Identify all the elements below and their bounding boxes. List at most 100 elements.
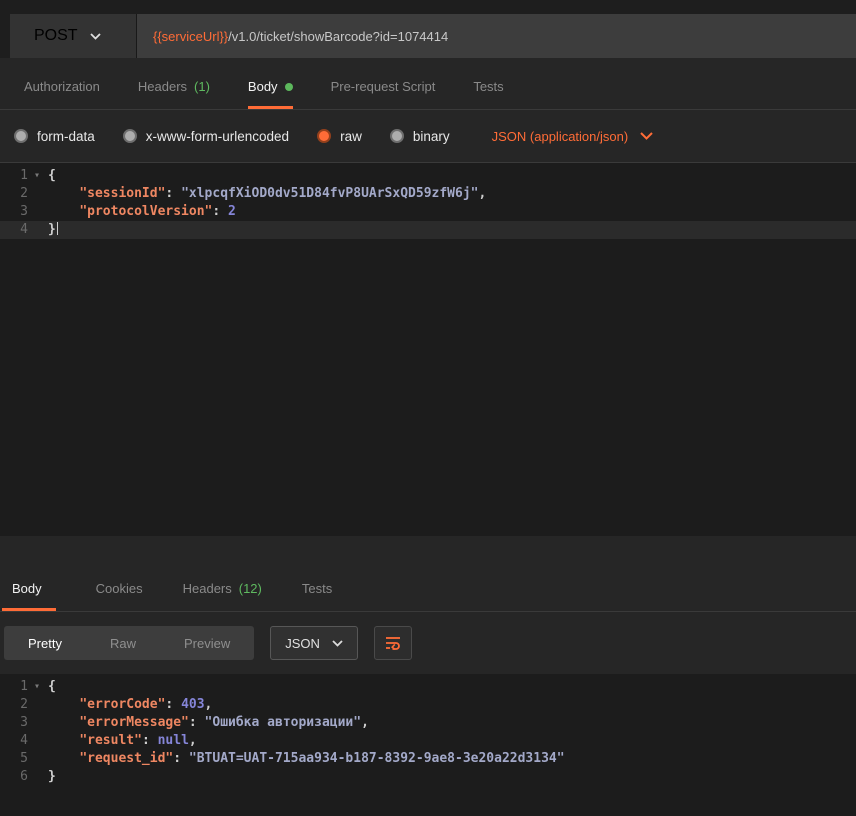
radio-icon bbox=[14, 129, 28, 143]
radio-icon bbox=[389, 129, 404, 143]
headers-count-badge: (1) bbox=[194, 79, 210, 94]
line-number: 5 bbox=[20, 751, 28, 766]
tab-label: Pre-request Script bbox=[330, 79, 436, 94]
button-label: Raw bbox=[109, 635, 136, 651]
chevron-down-icon bbox=[640, 132, 653, 140]
radio-raw[interactable]: raw bbox=[317, 129, 362, 144]
code-line: 3 "protocolVersion": 2 bbox=[0, 203, 856, 221]
tab-response-cookies[interactable]: Cookies bbox=[96, 566, 143, 611]
tab-label: Cookies bbox=[95, 581, 143, 596]
body-active-dot-icon bbox=[284, 82, 293, 91]
response-body-editor[interactable]: 1 ▾{2 "errorCode": 403, 3 "errorMessage": … bbox=[0, 674, 856, 816]
code-text: "errorCode": 403, bbox=[79, 697, 213, 712]
code-line: 4 "result": null, bbox=[0, 732, 856, 750]
tab-label: Headers bbox=[137, 79, 188, 94]
radio-x-www-form-urlencoded[interactable]: x-www-form-urlencoded bbox=[122, 128, 290, 144]
tab-label: Authorization bbox=[24, 79, 100, 94]
code-line: 1 ▾{ bbox=[0, 167, 856, 185]
method-label: POST bbox=[34, 27, 78, 44]
line-number: 4 bbox=[20, 733, 28, 748]
tab-response-tests[interactable]: Tests bbox=[302, 566, 332, 611]
line-number: 2 bbox=[20, 186, 28, 201]
url-variable: {{serviceUrl}} bbox=[153, 28, 229, 44]
preview-button[interactable]: Preview bbox=[160, 626, 254, 660]
request-body-editor[interactable]: 1 ▾{2 "sessionId": "xlpcqfXiOD0dv51D84fvP… bbox=[0, 163, 856, 536]
button-label: Pretty bbox=[28, 635, 62, 651]
chevron-down-icon bbox=[332, 639, 343, 647]
code-text: "result": null, bbox=[79, 733, 197, 748]
response-view-switch: Pretty Raw Preview bbox=[4, 626, 255, 660]
wrap-text-button[interactable] bbox=[373, 626, 412, 660]
tab-headers[interactable]: Headers (1) bbox=[138, 64, 210, 109]
tab-label: Body bbox=[247, 79, 278, 94]
url-path: /v1.0/ticket/showBarcode?id=1074414 bbox=[228, 28, 449, 44]
fold-caret-icon[interactable]: ▾ bbox=[28, 678, 46, 696]
raw-button[interactable]: Raw bbox=[86, 626, 160, 660]
tab-pre-request-script[interactable]: Pre-request Script bbox=[331, 64, 436, 109]
code-line: 4} bbox=[0, 221, 856, 239]
radio-label: x-www-form-urlencoded bbox=[145, 128, 290, 144]
url-input[interactable]: {{serviceUrl}}/v1.0/ticket/showBarcode?i… bbox=[137, 14, 856, 58]
body-type-row: form-data x-www-form-urlencoded raw bina… bbox=[0, 110, 856, 163]
code-line: 6} bbox=[0, 768, 856, 786]
code-text: "protocolVersion": 2 bbox=[79, 204, 236, 219]
code-text: "errorMessage": "Ошибка авторизации", bbox=[79, 715, 369, 730]
code-text: { bbox=[48, 168, 56, 183]
radio-label: binary bbox=[412, 128, 450, 144]
response-toolbar: Pretty Raw Preview JSON bbox=[4, 625, 856, 661]
text-cursor bbox=[56, 222, 58, 235]
code-line: 5 "request_id": "BTUAT=UAT-715aa934-b187… bbox=[0, 750, 856, 768]
radio-label: raw bbox=[340, 128, 362, 144]
format-label: JSON bbox=[285, 635, 320, 651]
code-text: "sessionId": "xlpcqfXiOD0dv51D84fvP8UArS… bbox=[79, 186, 487, 201]
request-url-bar: POST {{serviceUrl}}/v1.0/ticket/showBarc… bbox=[10, 14, 856, 58]
pretty-button[interactable]: Pretty bbox=[4, 626, 86, 660]
line-number: 3 bbox=[20, 715, 28, 730]
method-dropdown[interactable]: POST bbox=[10, 14, 137, 58]
radio-icon bbox=[122, 129, 137, 143]
line-number: 2 bbox=[20, 697, 28, 712]
request-header-area: POST {{serviceUrl}}/v1.0/ticket/showBarc… bbox=[0, 0, 856, 58]
line-number: 1 bbox=[20, 679, 28, 694]
radio-binary[interactable]: binary bbox=[389, 128, 450, 144]
response-tabs: Body Cookies Headers (12) Tests bbox=[0, 566, 856, 612]
tab-label: Body bbox=[12, 581, 42, 596]
code-text: { bbox=[48, 679, 56, 694]
tab-response-body[interactable]: Body bbox=[2, 566, 56, 611]
line-number: 1 bbox=[20, 168, 28, 183]
code-text: } bbox=[48, 769, 56, 784]
line-number: 6 bbox=[20, 769, 28, 784]
fold-caret-icon[interactable]: ▾ bbox=[28, 167, 46, 185]
tab-authorization[interactable]: Authorization bbox=[24, 64, 100, 109]
tab-body[interactable]: Body bbox=[248, 64, 293, 109]
radio-form-data[interactable]: form-data bbox=[14, 129, 95, 144]
request-tabs: Authorization Headers (1) Body Pre-reque… bbox=[0, 64, 856, 110]
code-line: 3 "errorMessage": "Ошибка авторизации", bbox=[0, 714, 856, 732]
tab-tests[interactable]: Tests bbox=[473, 64, 503, 109]
tab-label: Tests bbox=[473, 79, 504, 94]
code-text: } bbox=[48, 222, 58, 237]
chevron-down-icon bbox=[89, 32, 101, 40]
line-number: 3 bbox=[20, 204, 28, 219]
tab-label: Headers bbox=[182, 581, 232, 596]
tab-label: Tests bbox=[301, 581, 333, 596]
code-line: 1 ▾{ bbox=[0, 678, 856, 696]
code-line: 2 "errorCode": 403, bbox=[0, 696, 856, 714]
content-type-label: JSON (application/json) bbox=[491, 128, 629, 144]
radio-selected-icon bbox=[317, 129, 332, 143]
response-format-dropdown[interactable]: JSON bbox=[270, 626, 358, 660]
line-number: 4 bbox=[20, 222, 28, 237]
wrap-text-icon bbox=[385, 637, 400, 651]
tab-response-headers[interactable]: Headers (12) bbox=[183, 566, 262, 611]
code-text: "request_id": "BTUAT=UAT-715aa934-b187-8… bbox=[79, 751, 565, 766]
radio-label: form-data bbox=[37, 128, 95, 144]
content-type-dropdown[interactable]: JSON (application/json) bbox=[492, 129, 654, 144]
